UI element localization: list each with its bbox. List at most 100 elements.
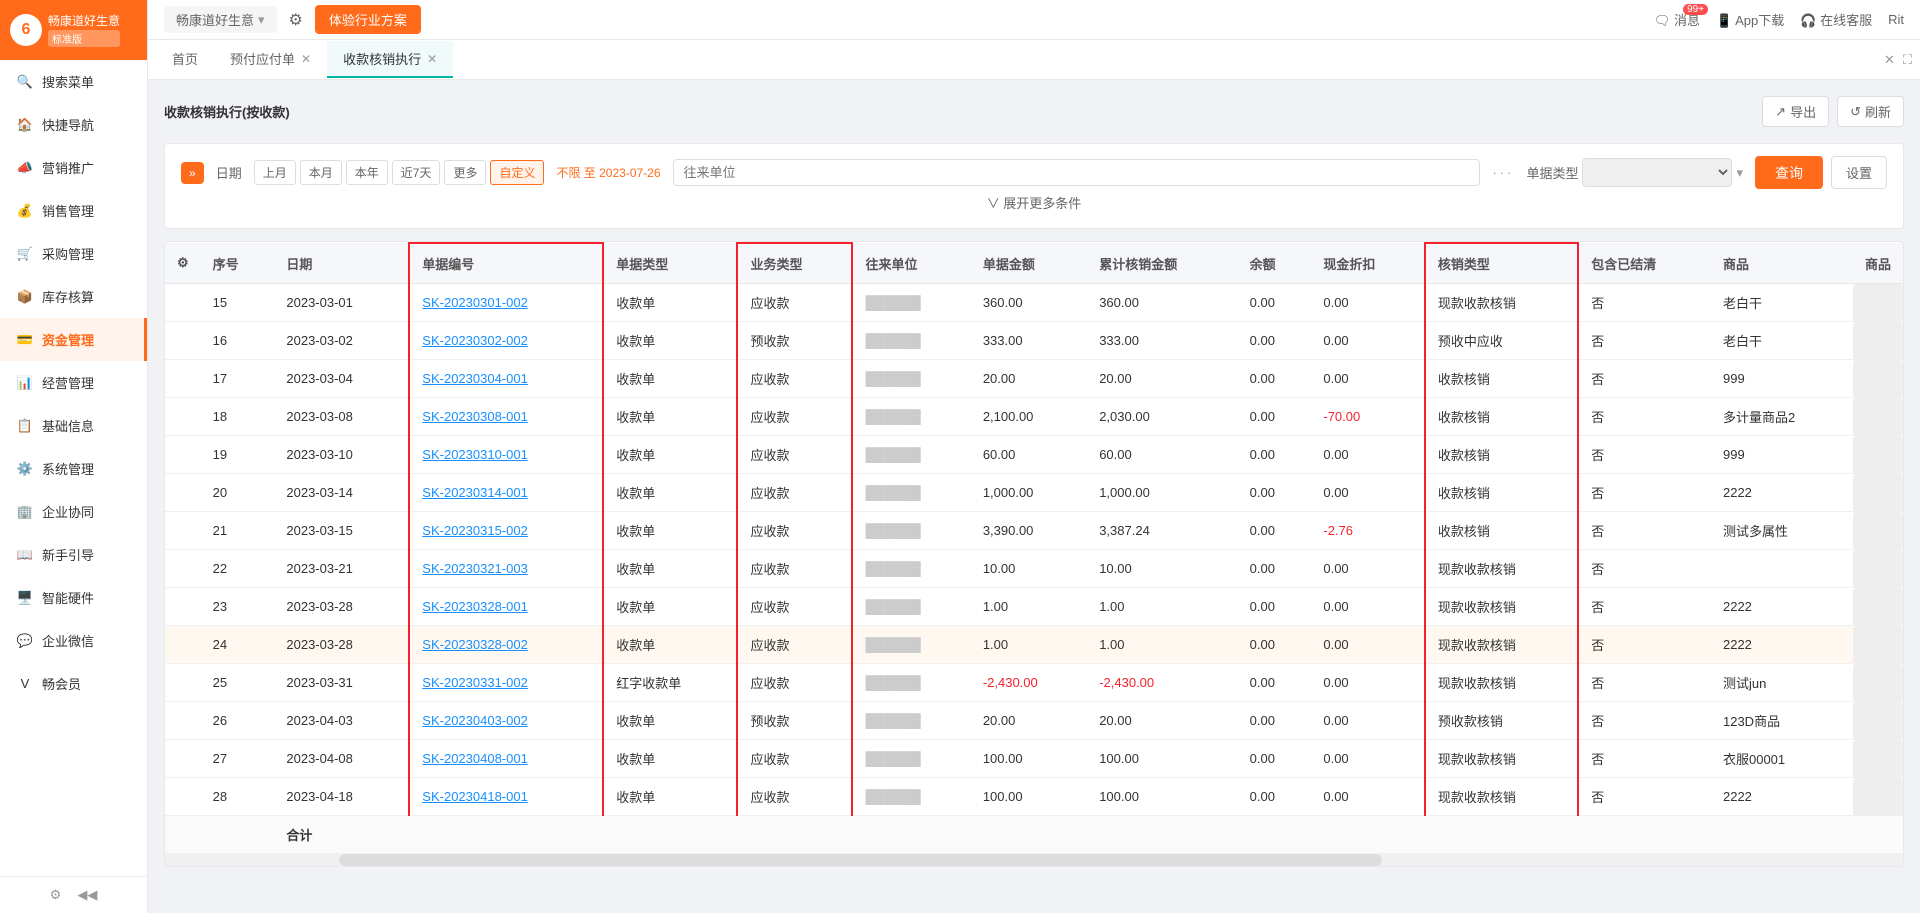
cell-bill-no: SK-20230328-001 — [409, 588, 603, 626]
sidebar-item-finance[interactable]: 💳 资金管理 — [0, 318, 147, 361]
bill-no-link[interactable]: SK-20230315-002 — [422, 523, 528, 538]
bill-no-link[interactable]: SK-20230328-001 — [422, 599, 528, 614]
sidebar-item-enterprise[interactable]: 🏢 企业协同 — [0, 490, 147, 533]
cell-settled: 否 — [1578, 360, 1711, 398]
sidebar-item-purchase[interactable]: 🛒 采购管理 — [0, 232, 147, 275]
cell-date: 2023-04-03 — [274, 702, 409, 740]
table-row: 27 2023-04-08 SK-20230408-001 收款单 应收款 ██… — [165, 740, 1903, 778]
bill-no-link[interactable]: SK-20230308-001 — [422, 409, 528, 424]
tab-maximize-icon[interactable]: ⛶ — [1903, 52, 1912, 68]
tabbar-actions: ✕ ⛶ — [1884, 52, 1912, 68]
tab-close-all-icon[interactable]: ✕ — [1884, 52, 1895, 68]
sidebar-item-operation[interactable]: 📊 经营管理 — [0, 361, 147, 404]
custom-btn[interactable]: 自定义 — [490, 160, 544, 185]
sidebar-item-guide[interactable]: 📖 新手引导 — [0, 533, 147, 576]
sidebar-item-search[interactable]: 🔍 搜索菜单 — [0, 60, 147, 103]
expand-btn[interactable]: ∨ 展开更多条件 — [987, 193, 1082, 212]
bill-no-link[interactable]: SK-20230304-001 — [422, 371, 528, 386]
cell-write-off: 1.00 — [1087, 588, 1237, 626]
settings-btn[interactable]: 设置 — [1831, 156, 1887, 189]
sidebar-collapse-icon[interactable]: ◀◀ — [77, 887, 97, 903]
cell-write-off-type: 现款收款核销 — [1425, 664, 1578, 702]
bill-no-link[interactable]: SK-20230403-002 — [422, 713, 528, 728]
bill-no-link[interactable]: SK-20230331-002 — [422, 675, 528, 690]
unit-input[interactable] — [673, 159, 1481, 186]
page-actions: ↗ 导出 ↺ 刷新 — [1762, 96, 1904, 127]
tab-receipts-close[interactable]: ✕ — [427, 52, 437, 66]
cell-balance: 0.00 — [1238, 512, 1312, 550]
sidebar-item-wechat[interactable]: 💬 企业微信 — [0, 619, 147, 662]
cell-settled: 否 — [1578, 778, 1711, 816]
cell-amount: 100.00 — [971, 740, 1087, 778]
cell-balance: 0.00 — [1238, 740, 1312, 778]
tab-prepay-close[interactable]: ✕ — [301, 52, 311, 66]
cell-balance: 0.00 — [1238, 588, 1312, 626]
sidebar-item-system[interactable]: ⚙️ 系统管理 — [0, 447, 147, 490]
th-write-off-type: 核销类型 — [1425, 243, 1578, 284]
cell-cash-discount: 0.00 — [1311, 588, 1425, 626]
cell-write-off: 20.00 — [1087, 702, 1237, 740]
sidebar-item-sales[interactable]: 💰 销售管理 — [0, 189, 147, 232]
bill-no-link[interactable]: SK-20230328-002 — [422, 637, 528, 652]
app-download-btn[interactable]: 📱 App下载 — [1716, 10, 1784, 29]
industry-btn[interactable]: 体验行业方案 — [315, 5, 421, 34]
sidebar-item-marketing[interactable]: 📣 营销推广 — [0, 146, 147, 189]
cell-biz-type: 应收款 — [737, 436, 852, 474]
date-preset-btns: 上月 本月 本年 近7天 更多 自定义 — [254, 160, 545, 185]
sidebar-item-inventory[interactable]: 📦 库存核算 — [0, 275, 147, 318]
cell-settled: 否 — [1578, 398, 1711, 436]
sidebar-item-member[interactable]: V 畅会员 — [0, 662, 147, 705]
bill-no-link[interactable]: SK-20230301-002 — [422, 295, 528, 310]
more-btn[interactable]: 更多 — [444, 160, 486, 185]
cell-product-img — [1853, 436, 1903, 474]
online-service-btn[interactable]: 🎧 在线客服 — [1800, 10, 1872, 29]
sidebar-item-label: 资金管理 — [42, 330, 94, 349]
th-balance: 余额 — [1238, 243, 1312, 284]
cell-amount: 333.00 — [971, 322, 1087, 360]
cell-bill-no: SK-20230321-003 — [409, 550, 603, 588]
this-year-btn[interactable]: 本年 — [346, 160, 388, 185]
bill-no-link[interactable]: SK-20230314-001 — [422, 485, 528, 500]
cell-unit: ██████ — [852, 360, 970, 398]
tab-prepay[interactable]: 预付应付单 ✕ — [214, 41, 327, 78]
cell-amount: 20.00 — [971, 702, 1087, 740]
sidebar-settings-icon[interactable]: ⚙ — [50, 887, 62, 903]
tabbar: 首页 预付应付单 ✕ 收款核销执行 ✕ ✕ ⛶ — [148, 40, 1920, 80]
table-scrollbar-thumb[interactable] — [339, 854, 1382, 866]
cell-settled: 否 — [1578, 550, 1711, 588]
cell-product: 老白干 — [1711, 322, 1853, 360]
main-area: 畅康道好生意 ▾ ⚙ 体验行业方案 🗨 消息 99+ 📱 App下载 🎧 在线客… — [148, 0, 1920, 913]
bill-no-link[interactable]: SK-20230408-001 — [422, 751, 528, 766]
last-7days-btn[interactable]: 近7天 — [392, 160, 441, 185]
filter-toggle-btn[interactable]: » — [181, 162, 204, 184]
query-btn[interactable]: 查询 — [1755, 156, 1823, 189]
bill-no-link[interactable]: SK-20230418-001 — [422, 789, 528, 804]
sidebar-item-quicknav[interactable]: 🏠 快捷导航 — [0, 103, 147, 146]
cell-bill-no: SK-20230314-001 — [409, 474, 603, 512]
cell-write-off-type: 收款核销 — [1425, 512, 1578, 550]
sidebar-item-hardware[interactable]: 🖥️ 智能硬件 — [0, 576, 147, 619]
message-btn[interactable]: 🗨 消息 99+ — [1654, 10, 1700, 29]
type-filter: 单据类型 ▾ — [1526, 158, 1743, 187]
cell-unit: ██████ — [852, 550, 970, 588]
this-month-btn[interactable]: 本月 — [300, 160, 342, 185]
cell-no: 21 — [201, 512, 275, 550]
last-month-btn[interactable]: 上月 — [254, 160, 296, 185]
cell-biz-type: 应收款 — [737, 588, 852, 626]
bill-no-link[interactable]: SK-20230310-001 — [422, 447, 528, 462]
tab-receipts[interactable]: 收款核销执行 ✕ — [327, 41, 453, 78]
cell-write-off-type: 收款核销 — [1425, 474, 1578, 512]
bill-no-link[interactable]: SK-20230302-002 — [422, 333, 528, 348]
bill-no-link[interactable]: SK-20230321-003 — [422, 561, 528, 576]
export-btn[interactable]: ↗ 导出 — [1762, 96, 1829, 127]
type-select[interactable] — [1582, 158, 1732, 187]
table-scrollbar[interactable] — [165, 854, 1903, 866]
cell-write-off-type: 现款收款核销 — [1425, 740, 1578, 778]
topbar-gear-icon[interactable]: ⚙ — [289, 10, 303, 30]
cell-balance: 0.00 — [1238, 778, 1312, 816]
sidebar-item-basic[interactable]: 📋 基础信息 — [0, 404, 147, 447]
refresh-btn[interactable]: ↺ 刷新 — [1837, 96, 1904, 127]
tab-home[interactable]: 首页 — [156, 41, 214, 78]
cell-write-off: -2,430.00 — [1087, 664, 1237, 702]
cell-cash-discount: 0.00 — [1311, 550, 1425, 588]
